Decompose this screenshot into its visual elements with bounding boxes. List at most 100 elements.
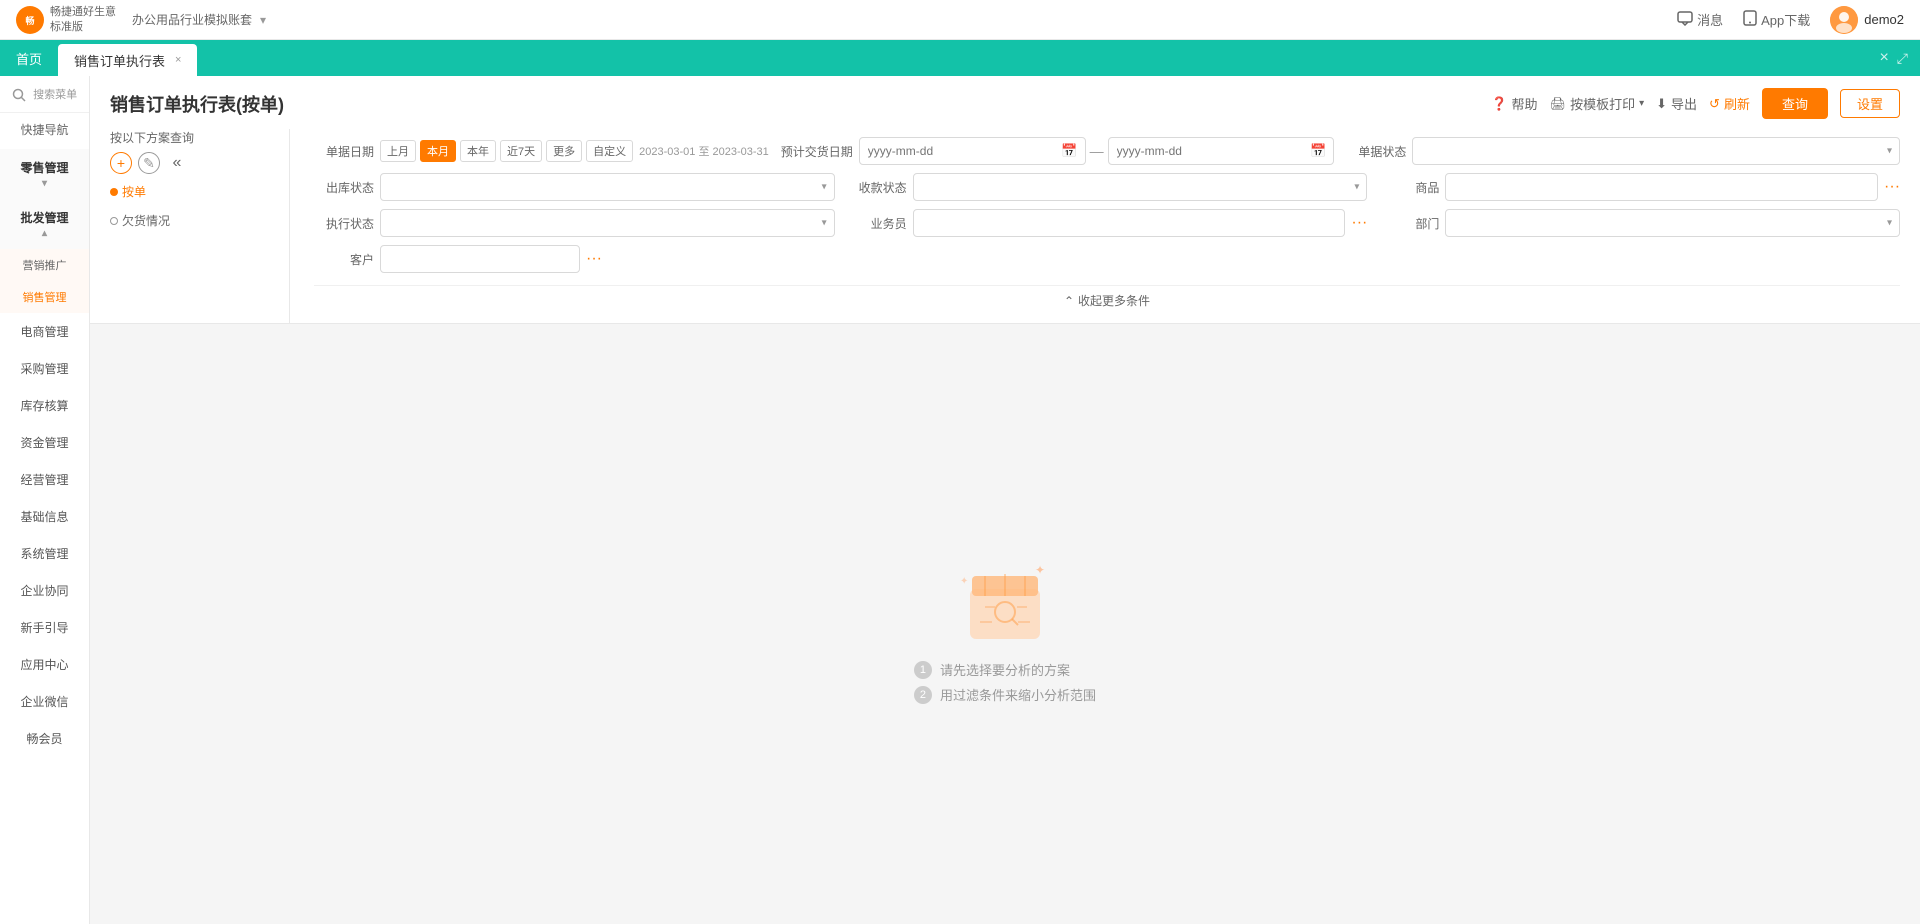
filter-panel: 按以下方案查询 + ✎ « 按单 欠货情况 <box>110 129 1900 323</box>
svg-text:✦: ✦ <box>960 576 968 587</box>
step-num-1: 1 <box>914 661 932 679</box>
collapse-icon: ⌃ <box>1064 294 1074 308</box>
app-center-label: 应用中心 <box>20 656 68 673</box>
sidebar-item-system[interactable]: 系统管理 <box>0 535 89 572</box>
filter-dept-field: 部门 ▾ <box>1379 209 1900 237</box>
product-input[interactable] <box>1445 173 1878 201</box>
logo-text: 畅捷通好生意 标准版 <box>50 5 116 34</box>
sidebar-item-wholesale[interactable]: 批发管理 ▴ <box>0 199 89 249</box>
add-scheme-btn[interactable]: + <box>110 152 132 174</box>
sidebar-item-enterprise[interactable]: 企业协同 <box>0 572 89 609</box>
collapse-row: ⌃ 收起更多条件 <box>314 285 1900 315</box>
user-area[interactable]: demo2 <box>1830 6 1904 34</box>
salesperson-label: 业务员 <box>847 215 907 232</box>
salesperson-input[interactable] <box>913 209 1346 237</box>
help-btn[interactable]: ❓ 帮助 <box>1491 94 1537 113</box>
enterprise-label: 企业协同 <box>20 582 68 599</box>
filter-row-3: 执行状态 ▾ 业务员 <box>314 209 1900 237</box>
shortcut-last-month[interactable]: 上月 <box>380 140 416 162</box>
purchase-label: 采购管理 <box>20 360 68 377</box>
step-num-2: 2 <box>914 686 932 704</box>
tab-maximize-icon[interactable]: ⤢ <box>1897 50 1908 67</box>
wholesale-label: 批发管理 <box>20 209 68 226</box>
svg-text:畅: 畅 <box>25 15 34 26</box>
filter-product-field: 商品 ··· <box>1379 173 1900 201</box>
tab-active[interactable]: 销售订单执行表 × <box>58 44 197 76</box>
date-shortcuts: 上月 本月 本年 近7天 更多 自定义 <box>380 140 633 162</box>
sidebar-item-purchase[interactable]: 采购管理 <box>0 350 89 387</box>
collapse-btn[interactable]: ⌃ 收起更多条件 <box>1064 292 1150 309</box>
page-title: 销售订单执行表(按单) <box>110 91 284 117</box>
header-right: 消息 App下载 demo2 <box>1677 6 1904 34</box>
sidebar-item-base-info[interactable]: 基础信息 <box>0 498 89 535</box>
payment-select[interactable] <box>913 173 1368 201</box>
top-header: 畅 畅捷通好生意 标准版 办公用品行业模拟账套 ▾ 消息 App下载 <box>0 0 1920 40</box>
sidebar-item-quick-nav[interactable]: 快捷导航 <box>0 113 89 149</box>
tab-home[interactable]: 首页 <box>0 40 58 76</box>
page-header: 销售订单执行表(按单) ❓ 帮助 🖨 按模板打印 ⬇ 导出 <box>90 76 1920 324</box>
refresh-btn[interactable]: ↺ 刷新 <box>1709 94 1750 113</box>
date-end-input[interactable] <box>1108 137 1335 165</box>
help-icon: ❓ <box>1491 96 1507 112</box>
tab-close-icon[interactable]: × <box>175 54 181 66</box>
sidebar-item-operations[interactable]: 经营管理 <box>0 461 89 498</box>
calendar-end-icon: 📅 <box>1310 143 1326 159</box>
customer-dots-btn[interactable]: ··· <box>586 250 602 268</box>
shortcut-this-month[interactable]: 本月 <box>420 140 456 162</box>
edit-scheme-btn[interactable]: ✎ <box>138 152 160 174</box>
inventory-label: 库存核算 <box>20 397 68 414</box>
date-separator: — <box>1090 143 1104 159</box>
sidebar-item-marketing[interactable]: 营销推广 <box>0 249 89 281</box>
empty-step-1: 1 请先选择要分析的方案 <box>914 660 1096 679</box>
product-dots-btn[interactable]: ··· <box>1884 178 1900 196</box>
system-label: 系统管理 <box>20 545 68 562</box>
search-menu-btn[interactable]: 搜索菜单 <box>8 86 81 102</box>
sidebar-item-retail[interactable]: 零售管理 ▾ <box>0 149 89 199</box>
filter-date-field: 单据日期 上月 本月 本年 近7天 更多 自定义 2023-03-01 至 20… <box>314 140 769 162</box>
exec-select[interactable] <box>380 209 835 237</box>
message-icon <box>1677 10 1693 29</box>
sidebar-item-sales[interactable]: 销售管理 <box>0 281 89 313</box>
date-start-input[interactable] <box>859 137 1086 165</box>
scheme-item-shortage[interactable]: 欠货情况 <box>110 209 277 232</box>
phone-icon <box>1743 10 1757 29</box>
sidebar-item-finance[interactable]: 资金管理 <box>0 424 89 461</box>
logo-area: 畅 畅捷通好生意 标准版 <box>16 5 116 34</box>
shortcut-this-year[interactable]: 本年 <box>460 140 496 162</box>
scheme-item-by-order[interactable]: 按单 <box>110 180 277 203</box>
dept-select[interactable] <box>1445 209 1900 237</box>
nav-dropdown-icon[interactable]: ▾ <box>260 13 266 27</box>
app-download-btn[interactable]: App下载 <box>1743 10 1810 29</box>
sales-label: 销售管理 <box>23 289 67 305</box>
header-left: 畅 畅捷通好生意 标准版 办公用品行业模拟账套 ▾ <box>16 5 266 34</box>
sidebar-item-vip[interactable]: 畅会员 <box>0 720 89 757</box>
dept-label: 部门 <box>1379 215 1439 232</box>
main-content: ✦ ✦ <box>90 324 1920 924</box>
user-name: demo2 <box>1864 12 1904 27</box>
scheme-title: 按以下方案查询 <box>110 129 277 146</box>
ecommerce-label: 电商管理 <box>20 323 68 340</box>
shortcut-7-days[interactable]: 近7天 <box>500 140 542 162</box>
tab-minimize-icon[interactable]: × <box>1879 49 1888 67</box>
shortcut-more[interactable]: 更多 <box>546 140 582 162</box>
collapse-scheme-btn[interactable]: « <box>166 152 188 174</box>
customer-input[interactable] <box>380 245 580 273</box>
filter-status-field: 单据状态 ▾ <box>1346 137 1900 165</box>
sidebar-item-app-center[interactable]: 应用中心 <box>0 646 89 683</box>
sidebar-item-inventory[interactable]: 库存核算 <box>0 387 89 424</box>
delivery-select[interactable] <box>380 173 835 201</box>
print-btn[interactable]: 🖨 按模板打印 <box>1550 94 1645 113</box>
sidebar-item-guide[interactable]: 新手引导 <box>0 609 89 646</box>
salesperson-dots-btn[interactable]: ··· <box>1351 214 1367 232</box>
status-select[interactable] <box>1412 137 1900 165</box>
message-btn[interactable]: 消息 <box>1677 10 1723 29</box>
query-btn[interactable]: 查询 <box>1762 88 1828 119</box>
shortcut-custom[interactable]: 自定义 <box>586 140 633 162</box>
export-btn[interactable]: ⬇ 导出 <box>1656 94 1697 113</box>
sidebar-item-wechat[interactable]: 企业微信 <box>0 683 89 720</box>
scheme-area: 按以下方案查询 + ✎ « 按单 欠货情况 <box>110 129 290 323</box>
sidebar-item-ecommerce[interactable]: 电商管理 <box>0 313 89 350</box>
calendar-start-icon: 📅 <box>1061 143 1077 159</box>
settings-btn[interactable]: 设置 <box>1840 89 1900 118</box>
filter-row-2: 出库状态 ▾ 收款状态 <box>314 173 1900 201</box>
